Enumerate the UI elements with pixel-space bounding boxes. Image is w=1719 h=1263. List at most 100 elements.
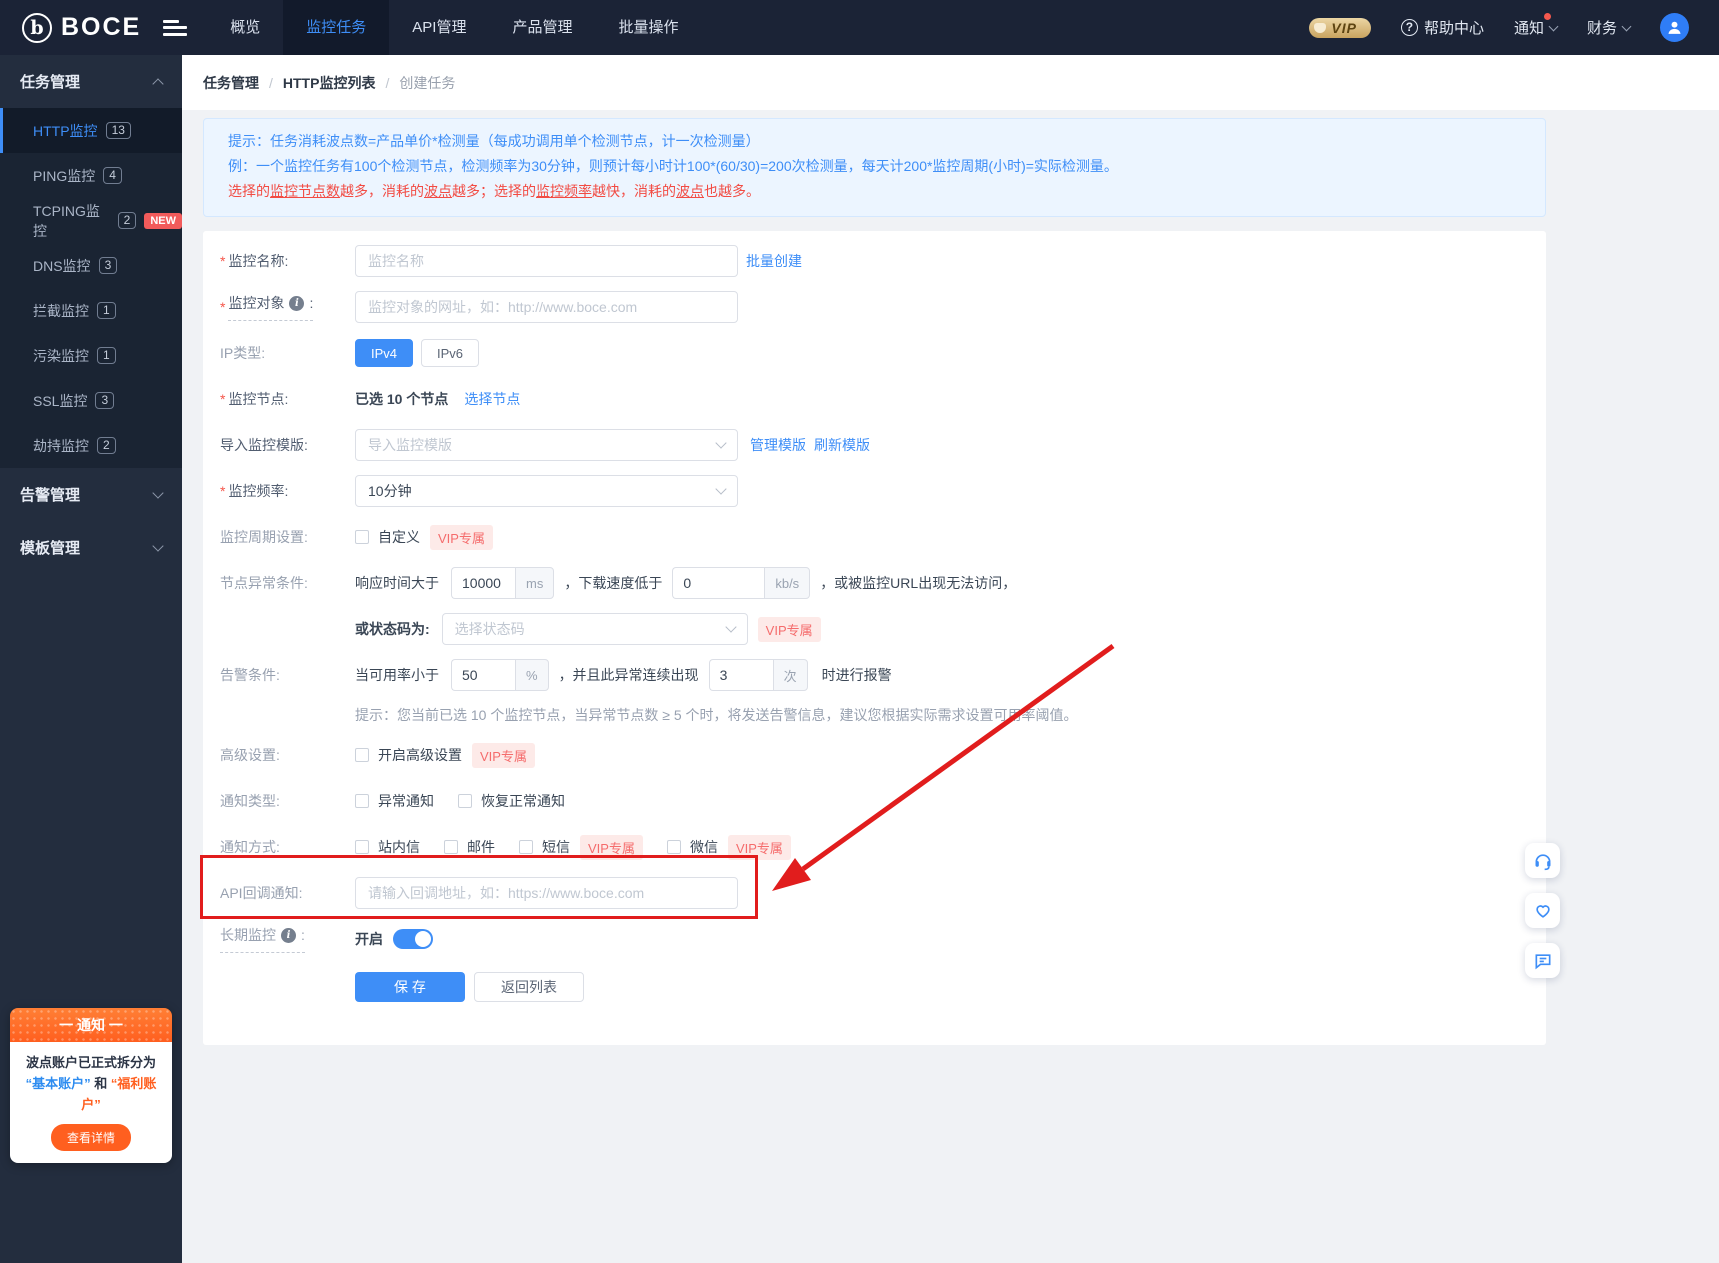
advanced-settings-checkbox[interactable] xyxy=(355,748,369,762)
top-navbar: b BOCE 概览 监控任务 API管理 产品管理 批量操作 VIP ? 帮助中… xyxy=(0,0,1719,55)
new-badge: NEW xyxy=(144,212,182,229)
api-callback-input[interactable] xyxy=(355,877,738,909)
sidebar-section-label: 模板管理 xyxy=(20,540,81,557)
required-asterisk: * xyxy=(220,299,226,315)
nav-item-product-management[interactable]: 产品管理 xyxy=(489,0,595,55)
notify-method-label: 通知方式: xyxy=(220,839,280,855)
chevron-down-icon xyxy=(152,539,164,552)
info-icon[interactable]: i xyxy=(281,927,296,943)
notice-line3-underlined: 波点 xyxy=(424,183,452,199)
longterm-toggle[interactable] xyxy=(393,929,433,949)
notifications-menu[interactable]: 通知 xyxy=(1513,13,1559,38)
download-speed-input[interactable] xyxy=(672,567,765,599)
nav-item-api-management[interactable]: API管理 xyxy=(389,0,489,55)
sidebar-item-hijack-monitor[interactable]: 劫持监控 2 xyxy=(0,423,182,468)
back-to-list-button[interactable]: 返回列表 xyxy=(474,972,584,1002)
finance-menu[interactable]: 财务 xyxy=(1587,17,1632,38)
monitor-name-input[interactable] xyxy=(355,245,738,277)
boce-logo-icon: b xyxy=(22,12,52,43)
help-center-link[interactable]: ? 帮助中心 xyxy=(1400,17,1484,38)
sidebar-item-ssl-monitor[interactable]: SSL监控 3 xyxy=(0,378,182,423)
form-row-advanced: 高级设置: 开启高级设置 VIP专属 xyxy=(220,739,1546,771)
select-nodes-link[interactable]: 选择节点 xyxy=(464,389,520,409)
template-select[interactable]: 导入监控模版 xyxy=(355,429,738,461)
wechat-checkbox[interactable] xyxy=(666,840,681,854)
promo-basic-account: “基本账户” xyxy=(25,1076,91,1091)
availability-input[interactable] xyxy=(451,659,515,691)
boce-logo[interactable]: b BOCE xyxy=(0,12,157,43)
notice-line3-underlined: 监控节点数 xyxy=(270,183,340,199)
site-message-checkbox[interactable] xyxy=(355,840,369,854)
nav-item-overview[interactable]: 概览 xyxy=(207,0,283,55)
breadcrumb-http-list[interactable]: HTTP监控列表 xyxy=(283,73,376,93)
template-select-placeholder: 导入监控模版 xyxy=(368,437,452,453)
sidebar-item-ping-monitor[interactable]: PING监控 4 xyxy=(0,153,182,198)
create-task-form: * 监控名称: 批量创建 * 监控对象 i : xyxy=(203,231,1546,1045)
count-badge: 3 xyxy=(98,257,118,274)
frequency-value: 10分钟 xyxy=(368,483,412,499)
notice-line3-underlined: 监控频率 xyxy=(536,183,592,199)
promo-details-button[interactable]: 查看详情 xyxy=(50,1124,131,1151)
sidebar-section-alert-management[interactable]: 告警管理 xyxy=(0,468,182,521)
sidebar-item-label: 劫持监控 xyxy=(33,437,89,454)
recovery-notify-checkbox[interactable] xyxy=(458,794,472,808)
url-unreachable-text: ，或被监控URL出现无法访问， xyxy=(820,575,1017,591)
promo-card: 一 通知 一 波点账户已正式拆分为 “基本账户” 和 “福利账户” 查看详情 xyxy=(10,1008,172,1163)
consecutive-count-input[interactable] xyxy=(708,659,773,691)
monitor-cycle-label: 监控周期设置: xyxy=(220,529,308,545)
sidebar-section-label: 告警管理 xyxy=(20,487,81,504)
customer-service-button[interactable] xyxy=(1525,843,1560,878)
manage-template-link[interactable]: 管理模版 xyxy=(750,435,806,455)
response-time-input[interactable] xyxy=(451,567,515,599)
sidebar-item-pollution-monitor[interactable]: 污染监控 1 xyxy=(0,333,182,378)
sidebar-item-http-monitor[interactable]: HTTP监控 13 xyxy=(0,108,182,153)
vip-badge: VIP专属 xyxy=(757,616,821,642)
sidebar-section-template-management[interactable]: 模板管理 xyxy=(0,521,182,574)
nav-item-batch-operations[interactable]: 批量操作 xyxy=(595,0,701,55)
menu-collapse-icon[interactable] xyxy=(163,19,188,36)
nav-item-monitor-tasks[interactable]: 监控任务 xyxy=(283,0,390,55)
count-badge: 3 xyxy=(95,392,115,409)
abnormal-notify-checkbox[interactable] xyxy=(355,794,369,808)
availability-text: 当可用率小于 xyxy=(355,667,439,683)
message-button[interactable] xyxy=(1525,943,1560,978)
sidebar-item-label: SSL监控 xyxy=(33,392,88,409)
refresh-template-link[interactable]: 刷新模版 xyxy=(814,435,870,455)
ipv6-button[interactable]: IPv6 xyxy=(421,339,479,367)
breadcrumb-task-management[interactable]: 任务管理 xyxy=(203,73,259,93)
info-icon[interactable]: i xyxy=(289,295,305,311)
vip-badge[interactable]: VIP xyxy=(1309,17,1371,38)
label-colon: : xyxy=(301,927,305,943)
label-colon: : xyxy=(309,295,314,311)
sidebar-section-task-management[interactable]: 任务管理 xyxy=(0,55,182,108)
batch-create-link[interactable]: 批量创建 xyxy=(746,251,802,271)
sidebar-item-tcping-monitor[interactable]: TCPING监控 2 NEW xyxy=(0,198,182,243)
sidebar-item-dns-monitor[interactable]: DNS监控 3 xyxy=(0,243,182,288)
vip-badge: VIP专属 xyxy=(580,834,643,860)
frequency-select[interactable]: 10分钟 xyxy=(355,475,738,507)
vip-badge: VIP专属 xyxy=(430,524,493,550)
promo-header: 一 通知 一 xyxy=(10,1008,172,1042)
avatar[interactable] xyxy=(1660,13,1689,42)
kbs-unit: kb/s xyxy=(764,567,811,599)
feedback-button[interactable] xyxy=(1525,893,1560,928)
custom-cycle-checkbox[interactable] xyxy=(355,530,369,544)
notifications-label: 通知 xyxy=(1513,20,1544,37)
monitor-target-input[interactable] xyxy=(355,291,738,323)
sidebar-item-label: HTTP监控 xyxy=(33,122,98,139)
custom-cycle-label: 自定义 xyxy=(378,529,420,545)
ipv4-button[interactable]: IPv4 xyxy=(355,339,413,367)
sidebar-item-label: TCPING监控 xyxy=(33,202,100,239)
sms-checkbox[interactable] xyxy=(519,840,533,854)
chevron-down-icon xyxy=(715,437,727,449)
promo-line2: “基本账户” 和 “福利账户” xyxy=(16,1073,166,1115)
monitor-frequency-label: * 监控频率: xyxy=(220,481,355,501)
promo-welfare-account: “福利账户” xyxy=(81,1076,157,1112)
monitor-name-label: * 监控名称: xyxy=(220,251,355,271)
form-row-nodes: * 监控节点: 已选 10 个节点 选择节点 xyxy=(220,383,1546,415)
status-code-select[interactable]: 选择状态码 xyxy=(441,613,748,645)
email-checkbox[interactable] xyxy=(444,840,458,854)
sidebar-item-intercept-monitor[interactable]: 拦截监控 1 xyxy=(0,288,182,333)
save-button[interactable]: 保 存 xyxy=(355,972,465,1002)
vip-badge: VIP专属 xyxy=(472,742,535,768)
